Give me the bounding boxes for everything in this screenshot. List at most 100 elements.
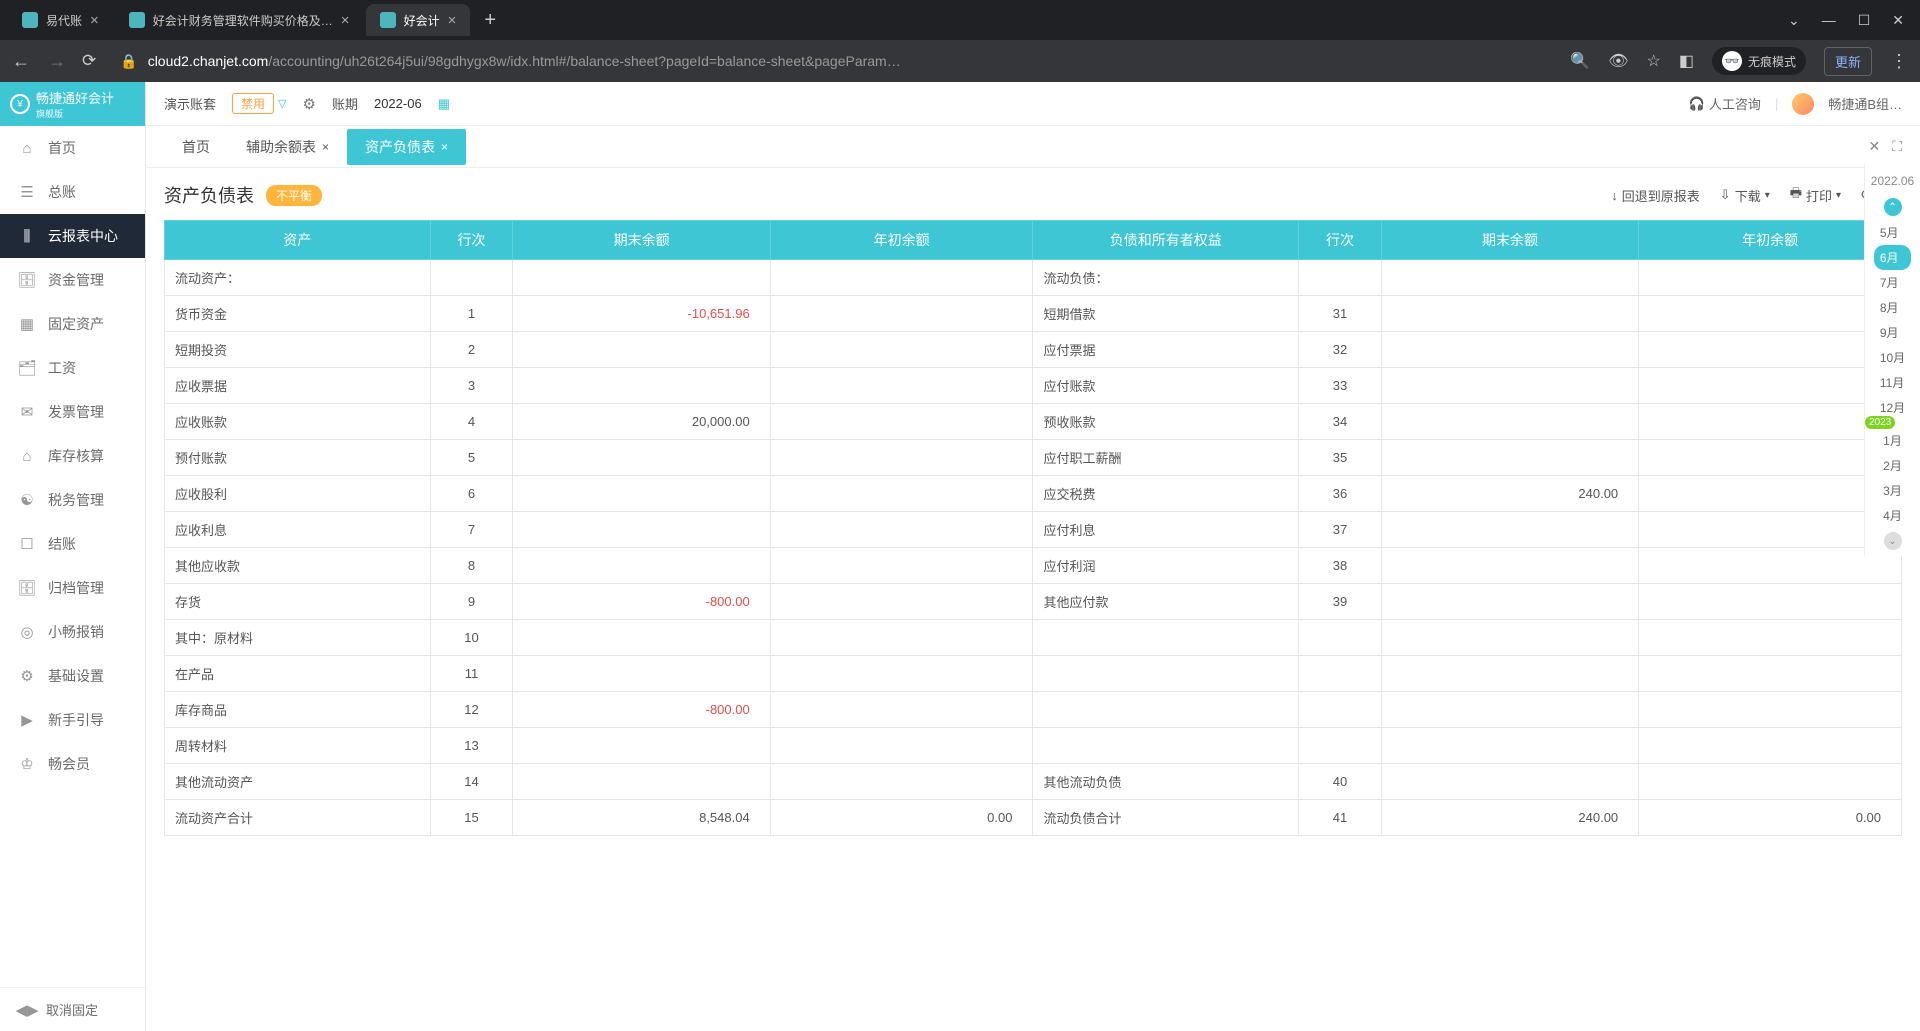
- close-icon[interactable]: ×: [441, 140, 448, 154]
- eye-off-icon[interactable]: 👁: [1608, 51, 1628, 71]
- table-row[interactable]: 其他应收款 8 应付利润 38: [165, 548, 1902, 584]
- month-item[interactable]: 5月: [1874, 220, 1911, 245]
- account-name[interactable]: 演示账套: [164, 94, 216, 113]
- bookmark-icon[interactable]: ☆: [1647, 51, 1661, 71]
- table-row[interactable]: 应收账款 4 20,000.00 预收账款 34: [165, 404, 1902, 440]
- close-all-icon[interactable]: ✕: [1868, 138, 1880, 155]
- month-item[interactable]: 9月: [1874, 320, 1911, 345]
- sidebar-item[interactable]: ◎小畅报销: [0, 610, 145, 654]
- sidebar-item[interactable]: 🗂工资: [0, 346, 145, 390]
- scroll-down-icon[interactable]: ⌄: [1884, 532, 1902, 550]
- table-container[interactable]: 资产 行次 期末余额 年初余额 负债和所有者权益 行次 期末余额 年初余额 流动…: [146, 220, 1920, 1031]
- tab-label: 首页: [182, 137, 210, 157]
- browser-tab-active[interactable]: 好会计 ×: [366, 4, 471, 36]
- close-window-icon[interactable]: ✕: [1892, 12, 1904, 29]
- table-row[interactable]: 周转材料 13: [165, 728, 1902, 764]
- sidebar-item[interactable]: ▶新手引导: [0, 698, 145, 742]
- browser-tab[interactable]: 易代账 ×: [8, 4, 113, 36]
- support-link[interactable]: 🎧 人工咨询: [1689, 94, 1761, 113]
- app-logo[interactable]: ¥ 畅捷通好会计 旗舰版: [0, 82, 145, 126]
- table-row[interactable]: 存货 9 -800.00 其他应付款 39: [165, 584, 1902, 620]
- cell-asset: 应收账款: [165, 404, 431, 440]
- calendar-icon[interactable]: ▦: [438, 96, 450, 112]
- table-row[interactable]: 应收利息 7 应付利息 37: [165, 512, 1902, 548]
- month-item[interactable]: 8月: [1874, 295, 1911, 320]
- sidebar-item[interactable]: ☐结账: [0, 522, 145, 566]
- close-icon[interactable]: ×: [448, 12, 457, 29]
- table-row[interactable]: 其他流动资产 14 其他流动负债 40: [165, 764, 1902, 800]
- sidebar-item[interactable]: ⌂库存核算: [0, 434, 145, 478]
- nav-icon: ▶: [18, 711, 36, 729]
- extension-icon[interactable]: ◧: [1679, 51, 1694, 71]
- print-button[interactable]: 🖶打印▾: [1790, 184, 1841, 206]
- sidebar-item[interactable]: ▦固定资产: [0, 302, 145, 346]
- page-tab[interactable]: 首页: [164, 129, 228, 165]
- close-icon[interactable]: ×: [322, 140, 329, 154]
- table-row[interactable]: 流动资产合计 15 8,548.04 0.00 流动负债合计 41 240.00…: [165, 800, 1902, 836]
- page-tab[interactable]: 辅助余额表×: [228, 129, 347, 165]
- sidebar-item[interactable]: ♔畅会员: [0, 742, 145, 786]
- table-row[interactable]: 流动资产： 流动负债：: [165, 260, 1902, 296]
- month-item[interactable]: 10月: [1874, 345, 1911, 370]
- table-row[interactable]: 应收票据 3 应付账款 33: [165, 368, 1902, 404]
- sidebar-item[interactable]: ☯税务管理: [0, 478, 145, 522]
- close-icon[interactable]: ×: [90, 12, 99, 29]
- maximize-icon[interactable]: ☐: [1858, 12, 1871, 29]
- table-row[interactable]: 预付账款 5 应付职工薪酬 35: [165, 440, 1902, 476]
- minimize-icon[interactable]: ―: [1822, 12, 1836, 29]
- sidebar-item[interactable]: 🗄归档管理: [0, 566, 145, 610]
- sidebar-item[interactable]: ⫼云报表中心: [0, 214, 145, 258]
- user-label[interactable]: 畅捷通B组…: [1828, 94, 1902, 113]
- fullscreen-icon[interactable]: ⛶: [1892, 138, 1902, 155]
- reload-icon[interactable]: ⟳: [82, 51, 96, 71]
- download-button[interactable]: ⇩下载▾: [1720, 184, 1770, 206]
- chevron-down-icon[interactable]: ⌄: [1788, 12, 1800, 29]
- address-bar[interactable]: 🔒 cloud2.chanjet.com/accounting/uh26t264…: [112, 53, 1554, 70]
- month-item[interactable]: 4月: [1877, 503, 1908, 528]
- forward-icon[interactable]: →: [48, 51, 66, 72]
- page-tab[interactable]: 资产负债表×: [347, 129, 466, 165]
- gear-icon[interactable]: ⚙: [303, 95, 316, 113]
- cell-row2: 35: [1298, 440, 1381, 476]
- table-row[interactable]: 库存商品 12 -800.00: [165, 692, 1902, 728]
- month-item[interactable]: 3月: [1877, 478, 1908, 503]
- more-icon[interactable]: ⋮: [1890, 51, 1908, 72]
- table-row[interactable]: 其中：原材料 10: [165, 620, 1902, 656]
- table-row[interactable]: 货币资金 1 -10,651.96 短期借款 31: [165, 296, 1902, 332]
- avatar[interactable]: [1792, 93, 1814, 115]
- cell-row: 4: [430, 404, 513, 440]
- search-icon[interactable]: 🔍: [1570, 51, 1590, 71]
- revert-button[interactable]: ↓回退到原报表: [1611, 184, 1700, 206]
- cell-end-balance: [513, 368, 770, 404]
- month-item[interactable]: 1月: [1877, 428, 1908, 453]
- browser-tab[interactable]: 好会计财务管理软件购买价格及… ×: [115, 4, 364, 36]
- cell-begin-balance: [770, 404, 1033, 440]
- cell-row: 2: [430, 332, 513, 368]
- disabled-badge[interactable]: 禁用: [232, 93, 274, 114]
- sidebar-item[interactable]: 🗄资金管理: [0, 258, 145, 302]
- month-item[interactable]: 11月: [1874, 370, 1911, 395]
- table-row[interactable]: 短期投资 2 应付票据 32: [165, 332, 1902, 368]
- period-value[interactable]: 2022-06: [374, 96, 422, 111]
- update-button[interactable]: 更新: [1824, 47, 1872, 76]
- chevron-down-icon: ▾: [1765, 190, 1770, 201]
- month-item[interactable]: 7月: [1874, 270, 1911, 295]
- sidebar-item[interactable]: ☰总账: [0, 170, 145, 214]
- main-area: 演示账套 禁用 ▽ ⚙ 账期 2022-06 ▦ 🎧 人工咨询 | 畅捷通B组……: [146, 82, 1920, 1031]
- sidebar-item[interactable]: ⌂首页: [0, 126, 145, 170]
- table-row[interactable]: 应收股利 6 应交税费 36 240.00: [165, 476, 1902, 512]
- month-item[interactable]: 6月: [1874, 245, 1911, 270]
- new-tab-button[interactable]: +: [472, 9, 508, 32]
- scroll-up-icon[interactable]: ⌃: [1884, 198, 1902, 216]
- cell-begin-balance: [770, 260, 1033, 296]
- sidebar-footer-unpin[interactable]: ◀▶ 取消固定: [0, 987, 145, 1031]
- table-row[interactable]: 在产品 11: [165, 656, 1902, 692]
- sidebar-item[interactable]: ✉发票管理: [0, 390, 145, 434]
- close-icon[interactable]: ×: [341, 12, 350, 29]
- back-icon[interactable]: ←: [12, 51, 30, 72]
- month-item[interactable]: 2月: [1877, 453, 1908, 478]
- chevron-down-icon[interactable]: ▽: [278, 97, 286, 110]
- cell-begin-balance2: [1639, 404, 1902, 440]
- sidebar-item[interactable]: ⚙基础设置: [0, 654, 145, 698]
- cell-row: 14: [430, 764, 513, 800]
